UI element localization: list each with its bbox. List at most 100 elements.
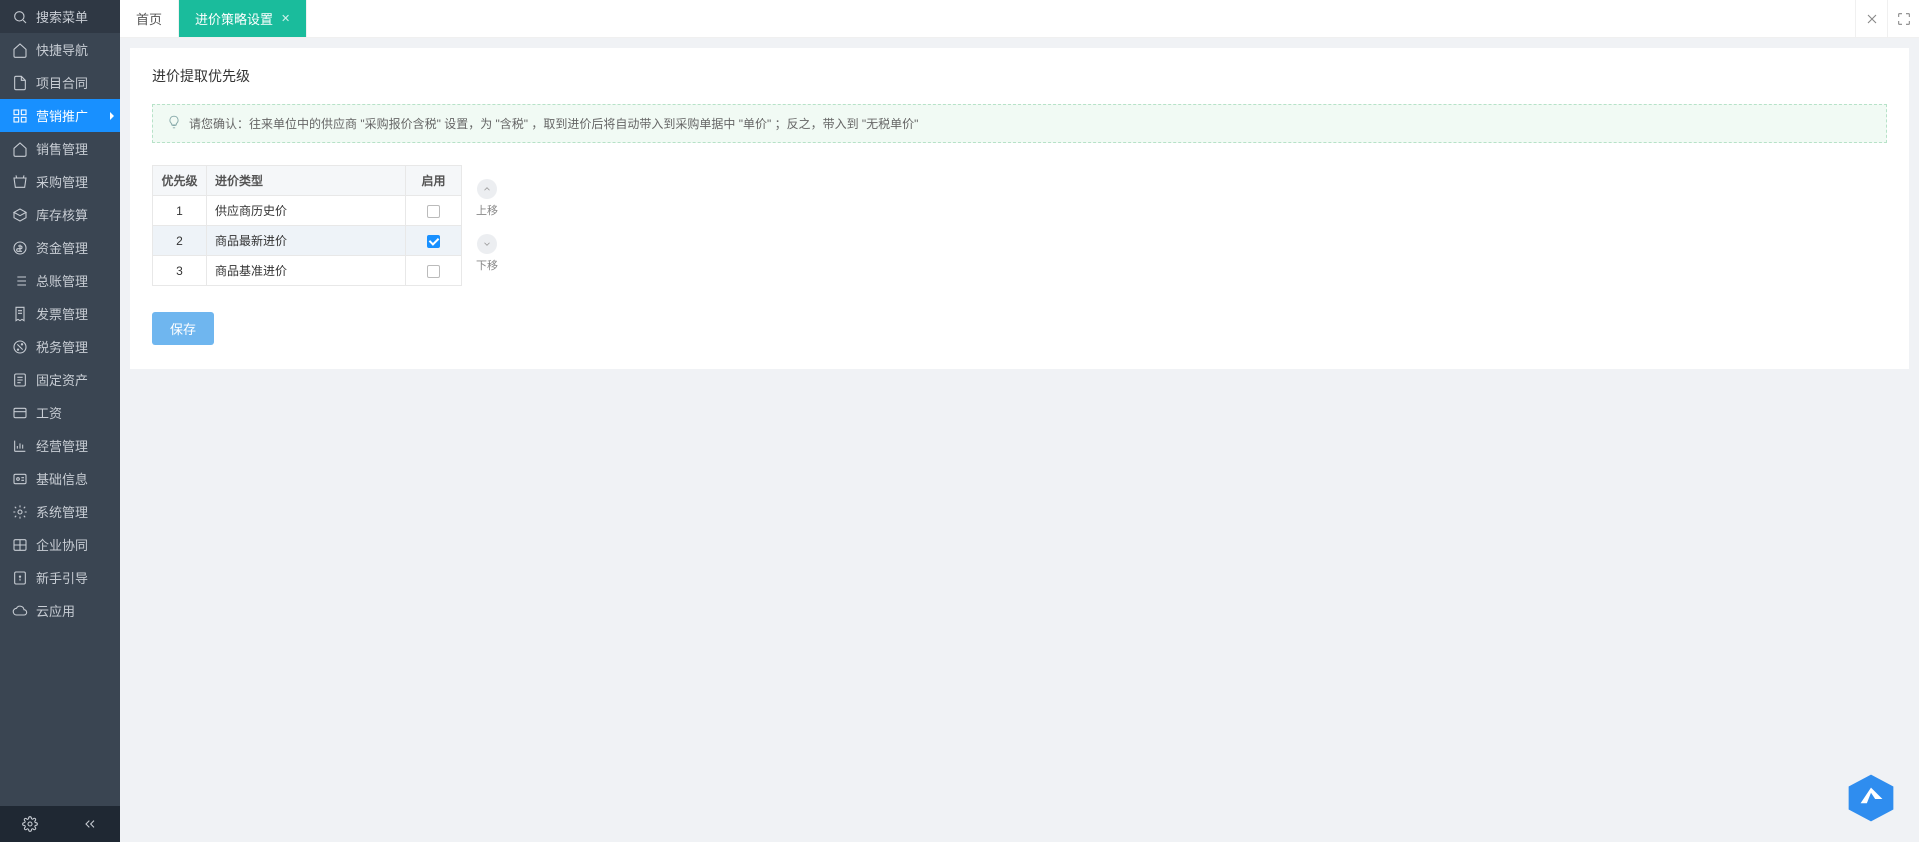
- settings-button[interactable]: [0, 806, 60, 842]
- priority-table-body: 1供应商历史价2商品最新进价3商品基准进价: [153, 196, 462, 286]
- sidebar-item-label: 营销推广: [36, 106, 88, 125]
- sidebar-item-label: 经营管理: [36, 436, 88, 455]
- tab-price-strategy[interactable]: 进价策略设置 ✕: [179, 0, 307, 37]
- table-row[interactable]: 3商品基准进价: [153, 256, 462, 286]
- page-title: 进价提取优先级: [152, 66, 1887, 86]
- sidebar-item-label: 工资: [36, 403, 62, 422]
- home-icon: [12, 141, 28, 157]
- sidebar-item-label: 基础信息: [36, 469, 88, 488]
- chevron-up-icon: [477, 179, 497, 199]
- cell-type: 商品最新进价: [207, 226, 406, 256]
- gear-icon: [12, 504, 28, 520]
- close-all-tabs-button[interactable]: [1855, 0, 1887, 37]
- sidebar-item-5[interactable]: 采购管理: [0, 165, 120, 198]
- sidebar-item-18[interactable]: 云应用: [0, 594, 120, 627]
- tab-home[interactable]: 首页: [120, 0, 179, 37]
- gear-icon: [22, 816, 38, 832]
- table-area: 优先级 进价类型 启用 1供应商历史价2商品最新进价3商品基准进价 上移: [152, 165, 1887, 286]
- chevron-right-icon: [110, 112, 114, 120]
- content-wrap: 进价提取优先级 请您确认：往来单位中的供应商 "采购报价含税" 设置，为 "含税…: [120, 38, 1919, 842]
- table-row[interactable]: 1供应商历史价: [153, 196, 462, 226]
- info-alert: 请您确认：往来单位中的供应商 "采购报价含税" 设置，为 "含税" ，取到进价后…: [152, 104, 1887, 143]
- sidebar-item-10[interactable]: 税务管理: [0, 330, 120, 363]
- search-icon: [12, 9, 28, 25]
- team-icon: [12, 537, 28, 553]
- list-icon: [12, 273, 28, 289]
- sidebar-item-13[interactable]: 经营管理: [0, 429, 120, 462]
- tab-home-label: 首页: [136, 9, 162, 28]
- sidebar-item-1[interactable]: 快捷导航: [0, 33, 120, 66]
- cell-type: 供应商历史价: [207, 196, 406, 226]
- box-icon: [12, 207, 28, 223]
- sidebar-item-label: 资金管理: [36, 238, 88, 257]
- cell-enabled: [406, 196, 462, 226]
- lightbulb-icon: [167, 115, 181, 132]
- sidebar: 搜索菜单快捷导航项目合同营销推广销售管理采购管理库存核算资金管理总账管理发票管理…: [0, 0, 120, 842]
- sidebar-item-15[interactable]: 系统管理: [0, 495, 120, 528]
- file-icon: [12, 75, 28, 91]
- sidebar-item-label: 库存核算: [36, 205, 88, 224]
- main-panel: 进价提取优先级 请您确认：往来单位中的供应商 "采购报价含税" 设置，为 "含税…: [130, 48, 1909, 369]
- collapse-icon: [82, 816, 98, 832]
- table-row[interactable]: 2商品最新进价: [153, 226, 462, 256]
- sidebar-item-label: 发票管理: [36, 304, 88, 323]
- bag-icon: [12, 174, 28, 190]
- move-controls: 上移 下移: [476, 165, 498, 273]
- sidebar-item-17[interactable]: 新手引导: [0, 561, 120, 594]
- th-type: 进价类型: [207, 166, 406, 196]
- move-up-label: 上移: [476, 202, 498, 218]
- sidebar-item-11[interactable]: 固定资产: [0, 363, 120, 396]
- sidebar-item-label: 税务管理: [36, 337, 88, 356]
- home-icon: [12, 42, 28, 58]
- sidebar-item-label: 快捷导航: [36, 40, 88, 59]
- guide-icon: [12, 570, 28, 586]
- assistant-badge[interactable]: [1845, 772, 1897, 824]
- enable-checkbox[interactable]: [427, 205, 440, 218]
- collapse-sidebar-button[interactable]: [60, 806, 120, 842]
- tab-active-label: 进价策略设置: [195, 9, 273, 28]
- pay-icon: [12, 405, 28, 421]
- coin-icon: [12, 240, 28, 256]
- tax-icon: [12, 339, 28, 355]
- sidebar-item-label: 企业协同: [36, 535, 88, 554]
- priority-table: 优先级 进价类型 启用 1供应商历史价2商品最新进价3商品基准进价: [152, 165, 462, 286]
- chevron-down-icon: [477, 234, 497, 254]
- sidebar-item-label: 搜索菜单: [36, 7, 88, 26]
- sidebar-item-2[interactable]: 项目合同: [0, 66, 120, 99]
- sidebar-item-4[interactable]: 销售管理: [0, 132, 120, 165]
- th-enabled: 启用: [406, 166, 462, 196]
- move-up-button[interactable]: 上移: [476, 179, 498, 218]
- sidebar-footer: [0, 806, 120, 842]
- cell-priority: 1: [153, 196, 207, 226]
- receipt-icon: [12, 306, 28, 322]
- bird-icon: [1845, 772, 1897, 824]
- sidebar-item-7[interactable]: 资金管理: [0, 231, 120, 264]
- sidebar-item-16[interactable]: 企业协同: [0, 528, 120, 561]
- sidebar-item-3[interactable]: 营销推广: [0, 99, 120, 132]
- tabs-right-controls: [1855, 0, 1919, 37]
- sidebar-item-label: 销售管理: [36, 139, 88, 158]
- sidebar-item-label: 云应用: [36, 601, 75, 620]
- sidebar-item-0[interactable]: 搜索菜单: [0, 0, 120, 33]
- doc-icon: [12, 372, 28, 388]
- tabs-bar: 首页 进价策略设置 ✕: [120, 0, 1919, 38]
- cloud-icon: [12, 603, 28, 619]
- sidebar-item-9[interactable]: 发票管理: [0, 297, 120, 330]
- cell-priority: 2: [153, 226, 207, 256]
- move-down-button[interactable]: 下移: [476, 234, 498, 273]
- cell-enabled: [406, 226, 462, 256]
- enable-checkbox[interactable]: [427, 265, 440, 278]
- chart-icon: [12, 438, 28, 454]
- enable-checkbox[interactable]: [427, 235, 440, 248]
- sidebar-item-8[interactable]: 总账管理: [0, 264, 120, 297]
- save-button[interactable]: 保存: [152, 312, 214, 345]
- grid-icon: [12, 108, 28, 124]
- fullscreen-button[interactable]: [1887, 0, 1919, 37]
- card-icon: [12, 471, 28, 487]
- sidebar-item-14[interactable]: 基础信息: [0, 462, 120, 495]
- sidebar-item-6[interactable]: 库存核算: [0, 198, 120, 231]
- tab-close-icon[interactable]: ✕: [281, 12, 290, 25]
- move-down-label: 下移: [476, 257, 498, 273]
- sidebar-item-12[interactable]: 工资: [0, 396, 120, 429]
- main-area: 首页 进价策略设置 ✕ 进价提取优先级 请您确认：往来单位中的供应商 "采购报价…: [120, 0, 1919, 842]
